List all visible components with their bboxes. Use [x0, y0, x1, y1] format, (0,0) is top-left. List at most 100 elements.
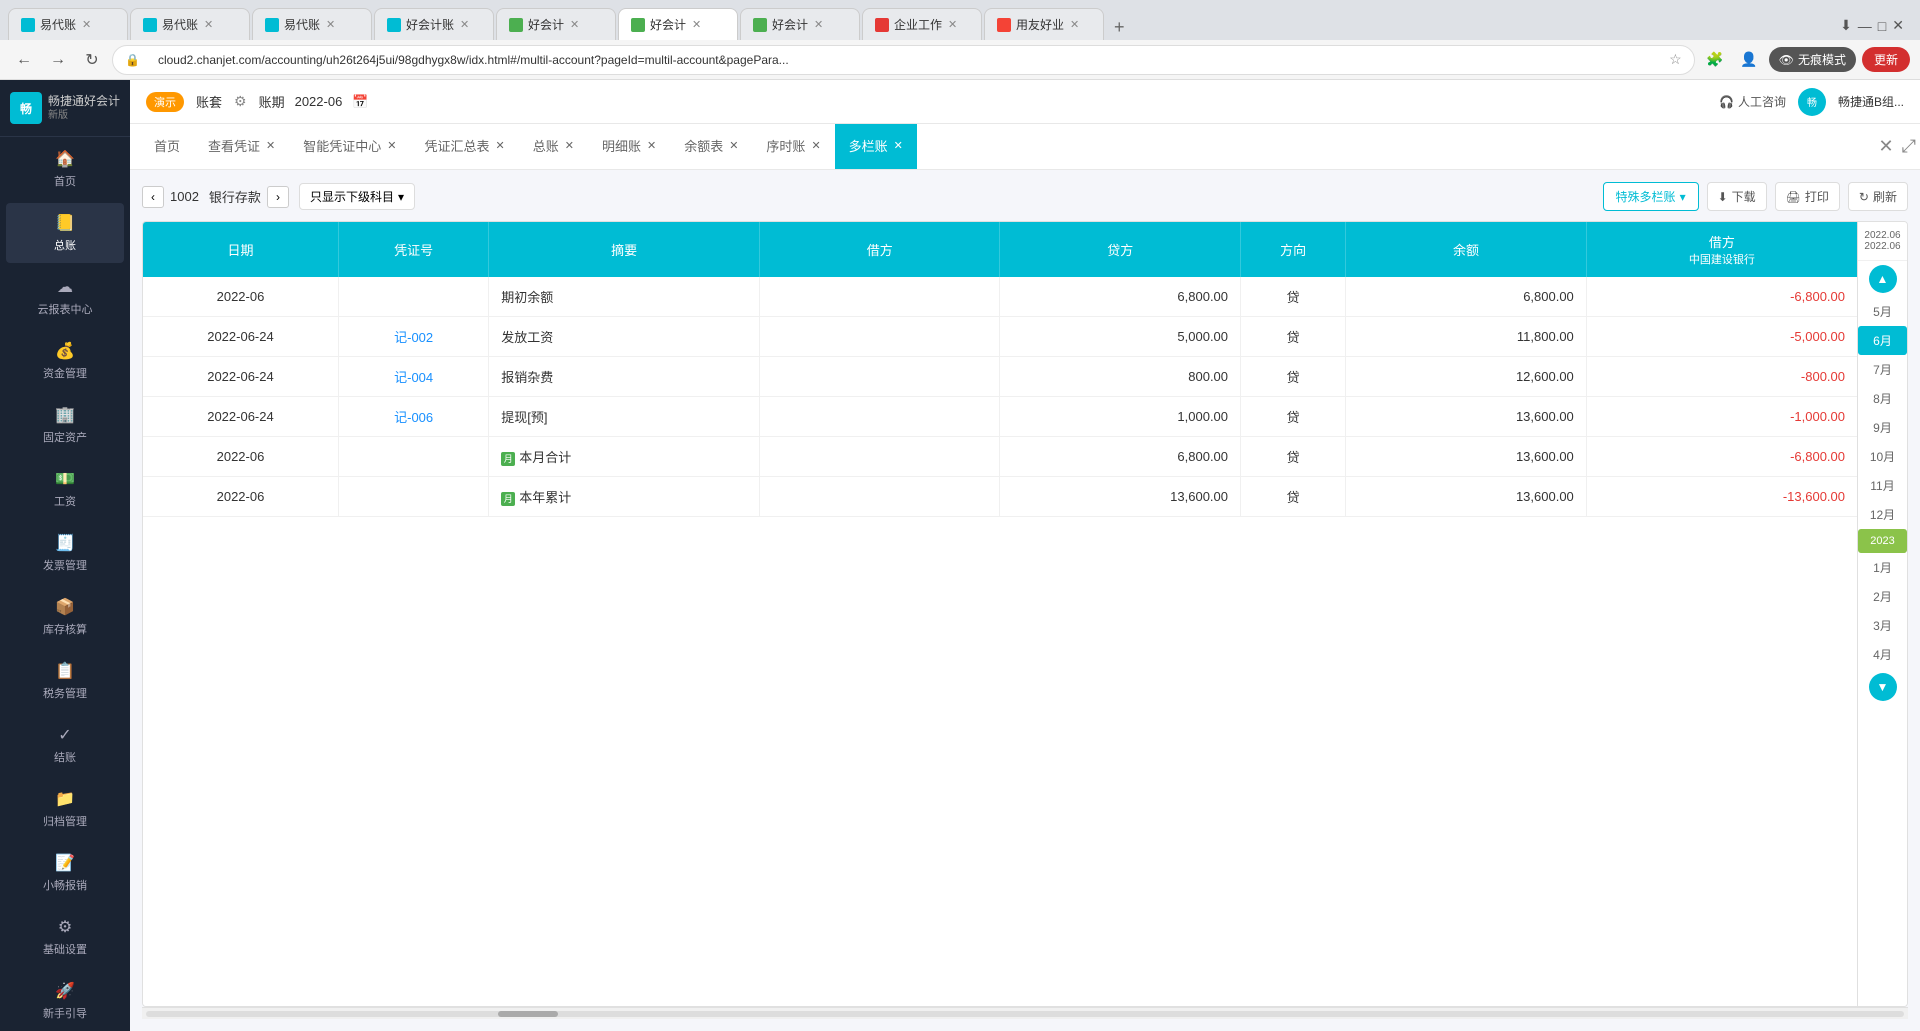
maximize-button[interactable]: □	[1878, 18, 1886, 34]
tab-close-6[interactable]: ✕	[692, 18, 701, 31]
sidebar-item-archive[interactable]: 📁 归档管理	[6, 779, 124, 839]
date-2[interactable]: 2月	[1858, 582, 1907, 611]
date-scroll-down[interactable]: ▼	[1869, 673, 1897, 701]
tab-journal[interactable]: 序时账 ✕	[752, 124, 834, 169]
tab-smart-voucher[interactable]: 智能凭证中心 ✕	[289, 124, 410, 169]
download-button[interactable]: ⬇ 下载	[1707, 182, 1767, 211]
sidebar-item-expense[interactable]: 📝 小畅报销	[6, 843, 124, 903]
funds-icon: 💰	[55, 341, 75, 361]
tab-multi-col-close[interactable]: ✕	[894, 139, 903, 152]
browser-tab-8[interactable]: 企业工作 ✕	[862, 8, 982, 40]
browser-tab-7[interactable]: 好会计 ✕	[740, 8, 860, 40]
date-1[interactable]: 1月	[1858, 553, 1907, 582]
voucher-link[interactable]: 记-002	[394, 330, 433, 345]
tab-close-8[interactable]: ✕	[948, 18, 957, 31]
tab-balance-table-close[interactable]: ✕	[729, 139, 738, 152]
refresh-button[interactable]: ↻ 刷新	[1848, 182, 1908, 211]
tab-voucher-view-close[interactable]: ✕	[266, 139, 275, 152]
bookmark-icon[interactable]: ☆	[1669, 51, 1682, 68]
tab-balance-table[interactable]: 余额表 ✕	[670, 124, 752, 169]
sidebar-item-funds[interactable]: 💰 资金管理	[6, 331, 124, 391]
browser-tab-5[interactable]: 好会计 ✕	[496, 8, 616, 40]
tab-list-button[interactable]: ⬇	[1840, 17, 1852, 34]
extensions-button[interactable]: 🧩	[1701, 46, 1729, 74]
no-trace-button[interactable]: 👁 无痕模式	[1769, 47, 1856, 72]
cell-sub-debit: -1,000.00	[1586, 397, 1857, 437]
multi-col-special-button[interactable]: 特殊多栏账 ▾	[1603, 182, 1699, 211]
tab-collapse-button[interactable]: ✕	[1875, 132, 1898, 161]
date-11[interactable]: 11月	[1858, 471, 1907, 500]
prev-account-button[interactable]: ‹	[142, 186, 164, 208]
refresh-browser-button[interactable]: ↻	[78, 46, 106, 74]
sidebar-item-reports[interactable]: ☁ 云报表中心	[6, 267, 124, 327]
tab-voucher-summary[interactable]: 凭证汇总表 ✕	[410, 124, 518, 169]
tab-detail-ledger-close[interactable]: ✕	[647, 139, 656, 152]
date-9[interactable]: 9月	[1858, 413, 1907, 442]
cell-debit	[759, 317, 1000, 357]
date-7[interactable]: 7月	[1858, 355, 1907, 384]
browser-tab-1[interactable]: 易代账 ✕	[8, 8, 128, 40]
filter-select[interactable]: 只显示下级科目 ▾	[299, 183, 415, 210]
browser-tab-6[interactable]: 好会计 ✕	[618, 8, 738, 40]
sidebar-item-close[interactable]: ✓ 结账	[6, 715, 124, 775]
settings-config-button[interactable]: ⚙	[234, 93, 247, 110]
date-3[interactable]: 3月	[1858, 611, 1907, 640]
date-10[interactable]: 10月	[1858, 442, 1907, 471]
tab-close-3[interactable]: ✕	[326, 18, 335, 31]
tab-voucher-view[interactable]: 查看凭证 ✕	[194, 124, 289, 169]
sidebar-item-assets[interactable]: 🏢 固定资产	[6, 395, 124, 455]
cell-direction: 贷	[1241, 477, 1346, 517]
tab-general-ledger-close[interactable]: ✕	[565, 139, 574, 152]
update-button[interactable]: 更新	[1862, 47, 1910, 72]
forward-button[interactable]: →	[44, 46, 72, 74]
tab-smart-voucher-close[interactable]: ✕	[387, 139, 396, 152]
browser-tab-2[interactable]: 易代账 ✕	[130, 8, 250, 40]
date-4[interactable]: 4月	[1858, 640, 1907, 669]
tab-icon-5	[509, 18, 523, 32]
consult-button[interactable]: 🎧 人工咨询	[1719, 93, 1786, 110]
next-account-button[interactable]: ›	[267, 186, 289, 208]
tab-close-4[interactable]: ✕	[460, 18, 469, 31]
tab-home[interactable]: 首页	[140, 124, 194, 169]
date-6[interactable]: 6月	[1858, 326, 1907, 355]
tab-detail-ledger[interactable]: 明细账 ✕	[588, 124, 670, 169]
browser-tab-9[interactable]: 用友好业 ✕	[984, 8, 1104, 40]
sidebar-item-guide[interactable]: 🚀 新手引导	[6, 971, 124, 1031]
calendar-icon[interactable]: 📅	[352, 94, 368, 110]
profile-button[interactable]: 👤	[1735, 46, 1763, 74]
cell-summary: 报销杂费	[489, 357, 760, 397]
tab-close-9[interactable]: ✕	[1070, 18, 1079, 31]
sidebar-item-home[interactable]: 🏠 首页	[6, 139, 124, 199]
back-button[interactable]: ←	[10, 46, 38, 74]
tab-close-7[interactable]: ✕	[814, 18, 823, 31]
sidebar-item-tax[interactable]: 📋 税务管理	[6, 651, 124, 711]
tab-close-2[interactable]: ✕	[204, 18, 213, 31]
sidebar-item-settings[interactable]: ⚙ 基础设置	[6, 907, 124, 967]
print-button[interactable]: 🖨 打印	[1775, 182, 1840, 211]
browser-tab-3[interactable]: 易代账 ✕	[252, 8, 372, 40]
tab-expand-button[interactable]: ⤢	[1898, 132, 1920, 161]
date-scroll-up[interactable]: ▲	[1869, 265, 1897, 293]
close-window-button[interactable]: ✕	[1892, 17, 1904, 34]
voucher-link[interactable]: 记-006	[394, 410, 433, 425]
sidebar-item-invoice[interactable]: 🧾 发票管理	[6, 523, 124, 583]
col-voucher: 凭证号	[338, 222, 488, 277]
sidebar-item-salary[interactable]: 💵 工资	[6, 459, 124, 519]
browser-tab-4[interactable]: 好会计账 ✕	[374, 8, 494, 40]
tab-voucher-summary-close[interactable]: ✕	[496, 139, 505, 152]
tab-close-1[interactable]: ✕	[82, 18, 91, 31]
sidebar-item-inventory[interactable]: 📦 库存核算	[6, 587, 124, 647]
date-5[interactable]: 5月	[1858, 297, 1907, 326]
date-8[interactable]: 8月	[1858, 384, 1907, 413]
address-input[interactable]	[146, 46, 1669, 74]
sidebar-item-ledger[interactable]: 📒 总账	[6, 203, 124, 263]
date-12[interactable]: 12月	[1858, 500, 1907, 529]
tab-multi-col[interactable]: 多栏账 ✕	[835, 124, 917, 169]
new-tab-button[interactable]: +	[1106, 14, 1133, 40]
minimize-button[interactable]: —	[1858, 18, 1872, 34]
tab-icon-9	[997, 18, 1011, 32]
tab-close-5[interactable]: ✕	[570, 18, 579, 31]
tab-journal-close[interactable]: ✕	[811, 139, 820, 152]
tab-general-ledger[interactable]: 总账 ✕	[519, 124, 588, 169]
voucher-link[interactable]: 记-004	[394, 370, 433, 385]
